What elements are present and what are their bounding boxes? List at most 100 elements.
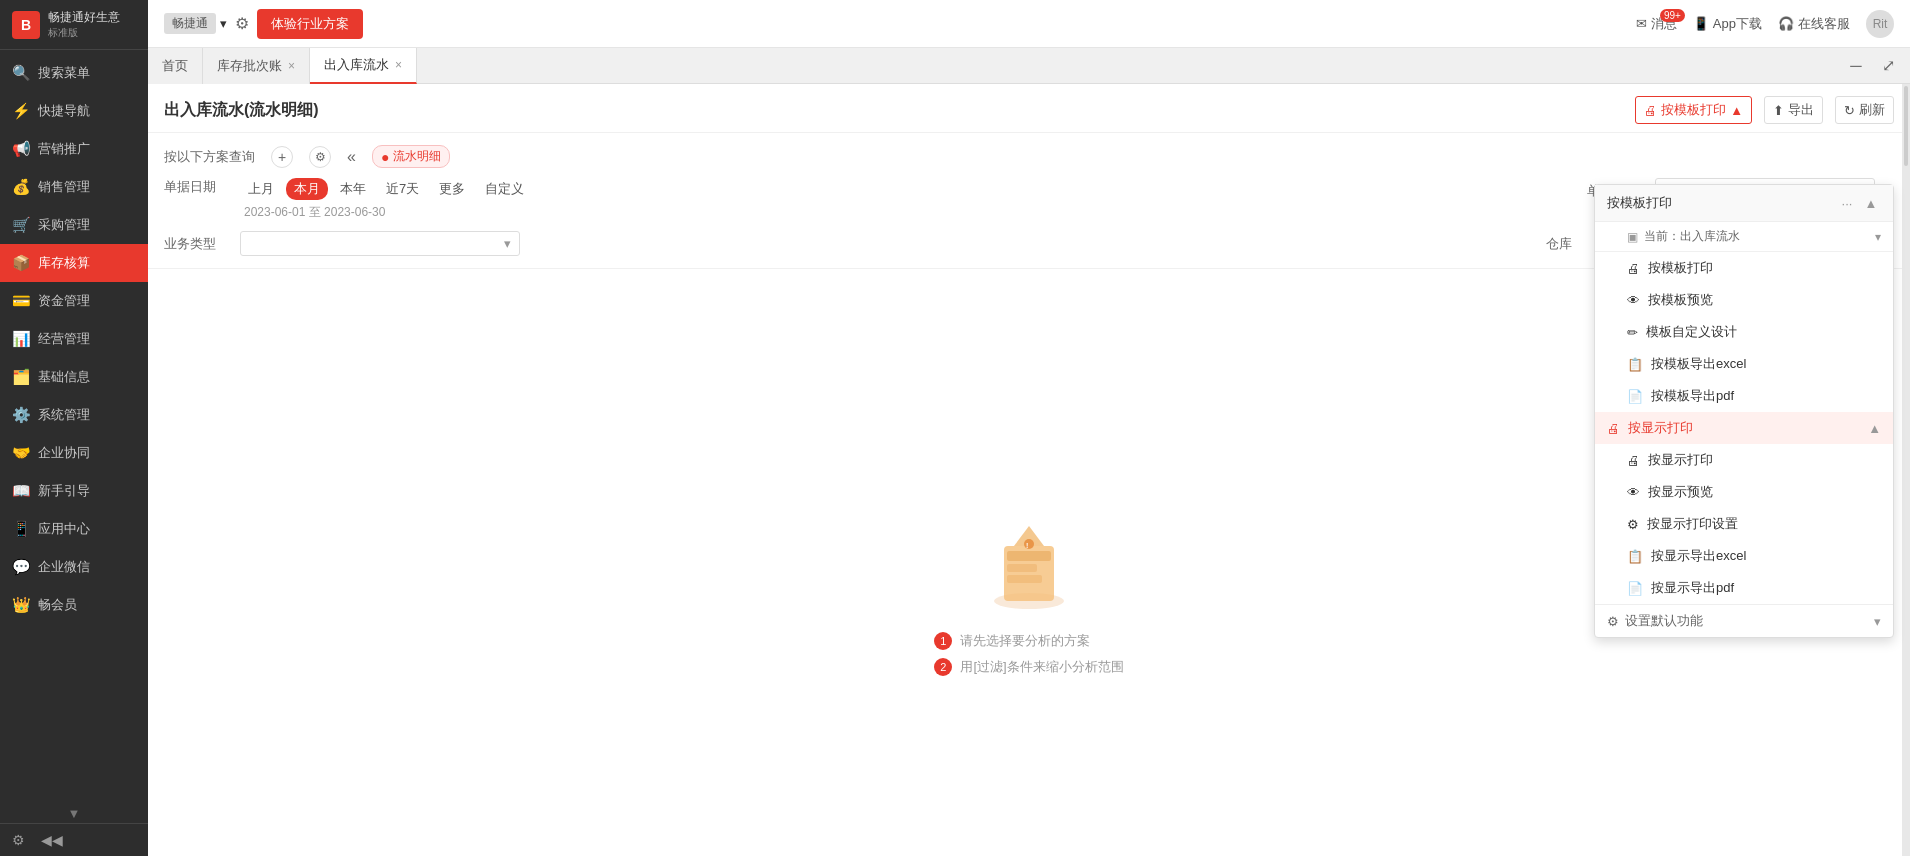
tab-close-stock-flow[interactable]: × [395,58,402,72]
sidebar-item-nav[interactable]: ⚡ 快捷导航 [0,92,148,130]
business-type-select[interactable]: ▾ [240,231,520,256]
nav-icon: ⚡ [12,102,30,120]
sidebar-item-basic[interactable]: 🗂️ 基础信息 [0,358,148,396]
sidebar-item-search[interactable]: 🔍 搜索菜单 [0,54,148,92]
sidebar-item-system[interactable]: ⚙️ 系统管理 [0,396,148,434]
sidebar-item-coop[interactable]: 🤝 企业协同 [0,434,148,472]
sidebar-menu: 🔍 搜索菜单 ⚡ 快捷导航 📢 营销推广 💰 销售管理 🛒 采购管理 📦 [0,50,148,803]
tab-minimize-btn[interactable]: ─ [1842,52,1870,80]
operation-icon: 📊 [12,330,30,348]
message-btn[interactable]: ✉ 消息 99+ [1636,15,1677,33]
dropdown-template-design[interactable]: ✏ 模板自定义设计 [1595,316,1893,348]
template-print-icon: 🖨 [1627,261,1640,276]
dropdown-header: 按模板打印 ··· ▲ [1595,185,1893,222]
tab-expand-btn[interactable]: ⤢ [1874,52,1902,80]
tab-close-inventory-batch[interactable]: × [288,59,295,73]
page-title: 出入库流水(流水明细) [164,100,319,121]
sidebar-settings-btn[interactable]: ⚙ [12,832,25,848]
date-option-this-year[interactable]: 本年 [332,178,374,200]
tab-home[interactable]: 首页 [148,48,203,84]
dropdown-display-pdf[interactable]: 📄 按显示导出pdf [1595,572,1893,604]
dropdown-header-actions: ··· ▲ [1837,193,1881,213]
sidebar-footer: ⚙ ◀◀ [0,823,148,856]
message-icon: ✉ [1636,16,1647,31]
dropdown-current[interactable]: ▣ 当前：出入库流水 ▾ [1595,222,1893,252]
date-option-last-month[interactable]: 上月 [240,178,282,200]
date-option-7days[interactable]: 近7天 [378,178,427,200]
filter-tag[interactable]: ● 流水明细 [372,145,450,168]
dropdown-template-preview[interactable]: 👁 按模板预览 [1595,284,1893,316]
tab-inventory-batch[interactable]: 库存批次账 × [203,48,310,84]
trial-btn[interactable]: 体验行业方案 [257,9,363,39]
date-options: 上月 本月 本年 近7天 更多 自定义 [240,178,532,200]
current-dropdown-arrow: ▾ [1875,230,1881,244]
marketing-icon: 📢 [12,140,30,158]
sidebar-item-app[interactable]: 📱 应用中心 [0,510,148,548]
dropdown-footer[interactable]: ⚙ 设置默认功能 ▾ [1595,604,1893,637]
app-download-btn[interactable]: 📱 App下载 [1693,15,1762,33]
svg-text:!: ! [1026,542,1028,549]
date-range: 2023-06-01 至 2023-06-30 [244,204,532,221]
service-btn[interactable]: 🎧 在线客服 [1778,15,1850,33]
filter-collapse-left-btn[interactable]: « [347,148,356,166]
tab-stock-flow[interactable]: 出入库流水 × [310,48,417,84]
template-print-btn[interactable]: 🖨 按模板打印 ▲ [1635,96,1752,124]
dropdown-template-excel[interactable]: 📋 按模板导出excel [1595,348,1893,380]
account-selector[interactable]: 畅捷通 ▾ [164,13,227,34]
business-type-label: 业务类型 [164,235,224,253]
dropdown-display-preview[interactable]: 👁 按显示预览 [1595,476,1893,508]
dropdown-display-print-group[interactable]: 🖨 按显示打印 ▲ [1595,412,1893,444]
dropdown-display-excel[interactable]: 📋 按显示导出excel [1595,540,1893,572]
dropdown-display-print-settings[interactable]: ⚙ 按显示打印设置 [1595,508,1893,540]
footer-arrow: ▾ [1874,614,1881,629]
export-btn[interactable]: ⬆ 导出 [1764,96,1823,124]
display-excel-icon: 📋 [1627,549,1643,564]
user-avatar[interactable]: Rit [1866,10,1894,38]
export-icon: ⬆ [1773,103,1784,118]
filter-settings-btn[interactable]: ⚙ [309,146,331,168]
page-header-actions: 🖨 按模板打印 ▲ ⬆ 导出 ↻ 刷新 [1635,96,1894,124]
headset-icon: 🎧 [1778,16,1794,31]
basic-icon: 🗂️ [12,368,30,386]
member-icon: 👑 [12,596,30,614]
date-option-custom[interactable]: 自定义 [477,178,532,200]
sidebar-item-member[interactable]: 👑 畅会员 [0,586,148,624]
sidebar-item-sales[interactable]: 💰 销售管理 [0,168,148,206]
sidebar-item-operation[interactable]: 📊 经营管理 [0,320,148,358]
sidebar-item-purchase[interactable]: 🛒 采购管理 [0,206,148,244]
business-dropdown-icon: ▾ [504,236,511,251]
refresh-icon: ↻ [1844,103,1855,118]
tab-bar: 首页 库存批次账 × 出入库流水 × ─ ⤢ [148,48,1910,84]
dropdown-display-print[interactable]: 🖨 按显示打印 [1595,444,1893,476]
sidebar-collapse-btn[interactable]: ◀◀ [41,832,63,848]
filter-add-btn[interactable]: + [271,146,293,168]
svg-rect-2 [1007,551,1051,561]
dropdown-collapse-btn[interactable]: ▲ [1861,193,1881,213]
sidebar-item-guide[interactable]: 📖 新手引导 [0,472,148,510]
dropdown-template-print[interactable]: 🖨 按模板打印 [1595,252,1893,284]
sidebar-item-inventory[interactable]: 📦 库存核算 [0,244,148,282]
date-label: 单据日期 [164,178,224,196]
sidebar-item-wechat[interactable]: 💬 企业微信 [0,548,148,586]
right-scrollbar[interactable] [1902,84,1910,856]
print-icon: 🖨 [1644,103,1657,118]
empty-tip-1: 1 请先选择要分析的方案 [934,632,1123,650]
dropdown-template-pdf[interactable]: 📄 按模板导出pdf [1595,380,1893,412]
sidebar-item-finance[interactable]: 💳 资金管理 [0,282,148,320]
svg-rect-4 [1007,575,1042,583]
sales-icon: 💰 [12,178,30,196]
empty-tip-2: 2 用[过滤]条件来缩小分析范围 [934,658,1123,676]
app-name-text: 畅捷通好生意 标准版 [48,10,120,39]
sidebar-item-marketing[interactable]: 📢 营销推广 [0,130,148,168]
chevron-up-icon: ▲ [1730,103,1743,118]
filter-label: 按以下方案查询 [164,148,255,166]
svg-rect-3 [1007,564,1037,572]
sidebar-scroll-down[interactable]: ▼ [0,803,148,823]
top-bar: 畅捷通 ▾ ⚙ 体验行业方案 ✉ 消息 99+ 📱 App下载 🎧 [148,0,1910,48]
refresh-btn[interactable]: ↻ 刷新 [1835,96,1894,124]
date-option-more[interactable]: 更多 [431,178,473,200]
plus-icon: + [278,149,286,165]
search-icon: 🔍 [12,64,30,82]
settings-gear-btn[interactable]: ⚙ [235,14,249,33]
date-option-this-month[interactable]: 本月 [286,178,328,200]
